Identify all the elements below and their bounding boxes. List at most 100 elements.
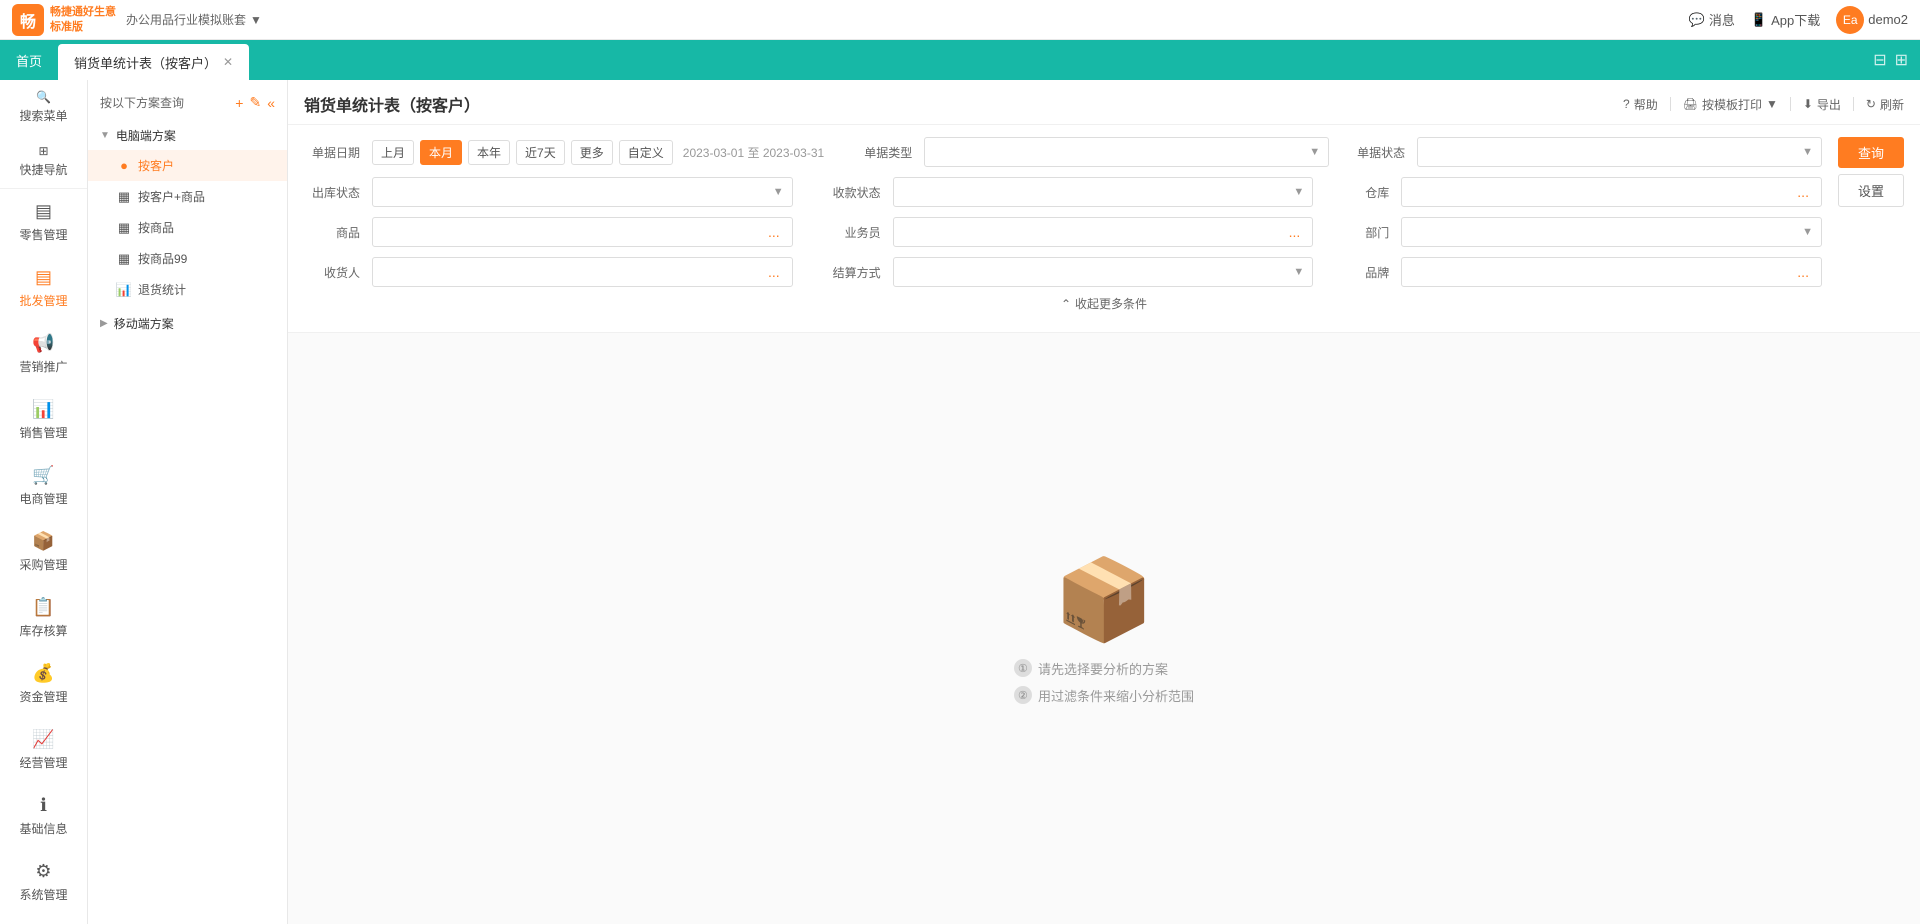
empty-state: 📦 ① 请先选择要分析的方案 ② 用过滤条件来缩小分析范围 bbox=[288, 333, 1920, 924]
operation-icon: 📈 bbox=[32, 729, 54, 750]
filter-area: 单据日期 上月 本月 本年 近7天 更多 自定义 2023-03-01 至 20… bbox=[288, 125, 1920, 333]
refresh-button[interactable]: ↻ 刷新 bbox=[1866, 96, 1904, 113]
top-bar-left: 畅 畅捷通好生意 标准版 办公用品行业模拟账套 ▼ bbox=[12, 4, 262, 36]
finance-icon: 💰 bbox=[32, 663, 54, 684]
sidebar-item-marketing[interactable]: 📢 营销推广 bbox=[0, 321, 87, 387]
date-btn-more[interactable]: 更多 bbox=[571, 140, 613, 165]
page-title: 销货单统计表（按客户） bbox=[304, 92, 480, 116]
date-label: 单据日期 bbox=[304, 144, 360, 161]
help-icon: ? bbox=[1623, 97, 1630, 111]
goods-ellipsis[interactable]: ... bbox=[764, 224, 784, 240]
tab-home[interactable]: 首页 bbox=[0, 40, 58, 80]
app-download-button[interactable]: 📱 App下载 bbox=[1751, 10, 1820, 29]
date-btn-7days[interactable]: 近7天 bbox=[516, 140, 565, 165]
scheme-item-by-goods[interactable]: ▦ 按商品 bbox=[88, 212, 287, 243]
out-status-select[interactable]: ▼ bbox=[372, 177, 793, 207]
doc-type-label: 单据类型 bbox=[856, 144, 912, 161]
scheme-add-icon[interactable]: + bbox=[235, 95, 243, 111]
scheme-collapse-icon[interactable]: « bbox=[267, 95, 275, 111]
scheme-actions: + ✎ « bbox=[235, 94, 275, 111]
goods-icon: ▦ bbox=[116, 220, 132, 236]
empty-tip-2: ② 用过滤条件来缩小分析范围 bbox=[1014, 686, 1194, 705]
print-icon: 🖨 bbox=[1683, 97, 1698, 111]
receiver-input[interactable]: ... bbox=[372, 257, 793, 287]
doc-status-select[interactable]: ▼ bbox=[1417, 137, 1822, 167]
doc-type-arrow-icon: ▼ bbox=[1309, 146, 1320, 158]
sidebar-item-system[interactable]: ⚙ 系统管理 bbox=[0, 849, 87, 915]
sidebar-item-base-info[interactable]: ℹ 基础信息 bbox=[0, 783, 87, 849]
close-tab-icon[interactable]: ✕ bbox=[223, 55, 233, 69]
warehouse-label: 仓库 bbox=[1333, 184, 1389, 201]
date-buttons: 上月 本月 本年 近7天 更多 自定义 2023-03-01 至 2023-03… bbox=[372, 140, 824, 165]
system-icon: ⚙ bbox=[35, 861, 51, 882]
settle-label: 结算方式 bbox=[825, 264, 881, 281]
brand-ellipsis[interactable]: ... bbox=[1793, 264, 1813, 280]
sales-icon: 📊 bbox=[32, 399, 54, 420]
warehouse-input[interactable]: ... bbox=[1401, 177, 1822, 207]
scheme-header: 按以下方案查询 + ✎ « bbox=[88, 88, 287, 117]
receipt-status-select[interactable]: ▼ bbox=[893, 177, 1314, 207]
warehouse-ellipsis[interactable]: ... bbox=[1793, 184, 1813, 200]
scheme-item-return-stat[interactable]: 📊 退货统计 bbox=[88, 274, 287, 305]
scheme-item-goods99[interactable]: ▦ 按商品99 bbox=[88, 243, 287, 274]
doc-status-label: 单据状态 bbox=[1349, 144, 1405, 161]
brand-input[interactable]: ... bbox=[1401, 257, 1822, 287]
sidebar-search-menu[interactable]: 🔍 搜索菜单 bbox=[0, 80, 87, 134]
date-btn-last-month[interactable]: 上月 bbox=[372, 140, 414, 165]
goods-input[interactable]: ... bbox=[372, 217, 793, 247]
date-btn-this-month[interactable]: 本月 bbox=[420, 140, 462, 165]
customer-goods-icon: ▦ bbox=[116, 189, 132, 205]
collapse-bar[interactable]: ⌃ 收起更多条件 bbox=[304, 287, 1904, 320]
scheme-section-pc-title[interactable]: ▼ 电脑端方案 bbox=[88, 121, 287, 150]
sidebar-quick-nav[interactable]: ⊞ 快捷导航 bbox=[0, 134, 87, 188]
salesperson-input[interactable]: ... bbox=[893, 217, 1314, 247]
settings-button[interactable]: 设置 bbox=[1838, 174, 1904, 207]
mobile-expand-arrow-icon: ▶ bbox=[100, 318, 108, 329]
sidebar-item-retail[interactable]: ▤ 零售管理 bbox=[0, 189, 87, 255]
doc-type-select[interactable]: ▼ bbox=[924, 137, 1329, 167]
scheme-section-mobile-title[interactable]: ▶ 移动端方案 bbox=[88, 309, 287, 338]
logo-area: 畅 畅捷通好生意 标准版 bbox=[12, 4, 116, 36]
maximize-icon[interactable]: ⊞ bbox=[1895, 50, 1908, 70]
query-button[interactable]: 查询 bbox=[1838, 137, 1904, 168]
settle-select[interactable]: ▼ bbox=[893, 257, 1314, 287]
sidebar-item-collab[interactable]: 👥 企业协同 bbox=[0, 915, 87, 924]
scheme-item-customer-goods[interactable]: ▦ 按客户+商品 bbox=[88, 181, 287, 212]
main-content: 销货单统计表（按客户） ? 帮助 🖨 按模板打印 ▼ ⬇ bbox=[288, 80, 1920, 924]
phone-icon: 📱 bbox=[1751, 12, 1767, 28]
help-button[interactable]: ? 帮助 bbox=[1623, 96, 1658, 113]
date-btn-custom[interactable]: 自定义 bbox=[619, 140, 673, 165]
message-icon: 💬 bbox=[1689, 12, 1705, 28]
sidebar-item-operation[interactable]: 📈 经营管理 bbox=[0, 717, 87, 783]
expand-arrow-icon: ▼ bbox=[100, 130, 110, 141]
refresh-icon: ↻ bbox=[1866, 97, 1876, 111]
sidebar-item-purchase[interactable]: 📦 采购管理 bbox=[0, 519, 87, 585]
tab-sales-stat[interactable]: 销货单统计表（按客户） ✕ bbox=[58, 44, 249, 80]
date-btn-this-year[interactable]: 本年 bbox=[468, 140, 510, 165]
message-button[interactable]: 💬 消息 bbox=[1689, 10, 1735, 29]
goods-label: 商品 bbox=[304, 224, 360, 241]
receiver-ellipsis[interactable]: ... bbox=[764, 264, 784, 280]
export-button[interactable]: ⬇ 导出 bbox=[1803, 96, 1841, 113]
return-stat-icon: 📊 bbox=[116, 282, 132, 298]
minimize-icon[interactable]: ⊟ bbox=[1873, 50, 1886, 70]
sidebar-item-finance[interactable]: 💰 资金管理 bbox=[0, 651, 87, 717]
dept-select[interactable]: ▼ bbox=[1401, 217, 1822, 247]
user-menu[interactable]: Ea demo2 bbox=[1836, 6, 1908, 34]
filter-row-1: 单据日期 上月 本月 本年 近7天 更多 自定义 2023-03-01 至 20… bbox=[304, 137, 1822, 167]
nav-icon: ⊞ bbox=[38, 144, 48, 158]
sidebar-item-ecommerce[interactable]: 🛒 电商管理 bbox=[0, 453, 87, 519]
sidebar-item-inventory[interactable]: 📋 库存核算 bbox=[0, 585, 87, 651]
print-button[interactable]: 🖨 按模板打印 ▼ bbox=[1683, 96, 1778, 113]
purchase-icon: 📦 bbox=[32, 531, 54, 552]
sidebar-item-sales[interactable]: 📊 销售管理 bbox=[0, 387, 87, 453]
sidebar-item-wholesale[interactable]: ▤ 批发管理 bbox=[0, 255, 87, 321]
scheme-item-by-customer[interactable]: ● 按客户 bbox=[88, 150, 287, 181]
receiver-label: 收货人 bbox=[304, 264, 360, 281]
scheme-edit-icon[interactable]: ✎ bbox=[249, 94, 261, 111]
receipt-status-label: 收款状态 bbox=[825, 184, 881, 201]
export-icon: ⬇ bbox=[1803, 97, 1813, 111]
receipt-status-arrow-icon: ▼ bbox=[1293, 186, 1304, 198]
empty-illustration: 📦 bbox=[1054, 553, 1154, 647]
salesperson-ellipsis[interactable]: ... bbox=[1285, 224, 1305, 240]
